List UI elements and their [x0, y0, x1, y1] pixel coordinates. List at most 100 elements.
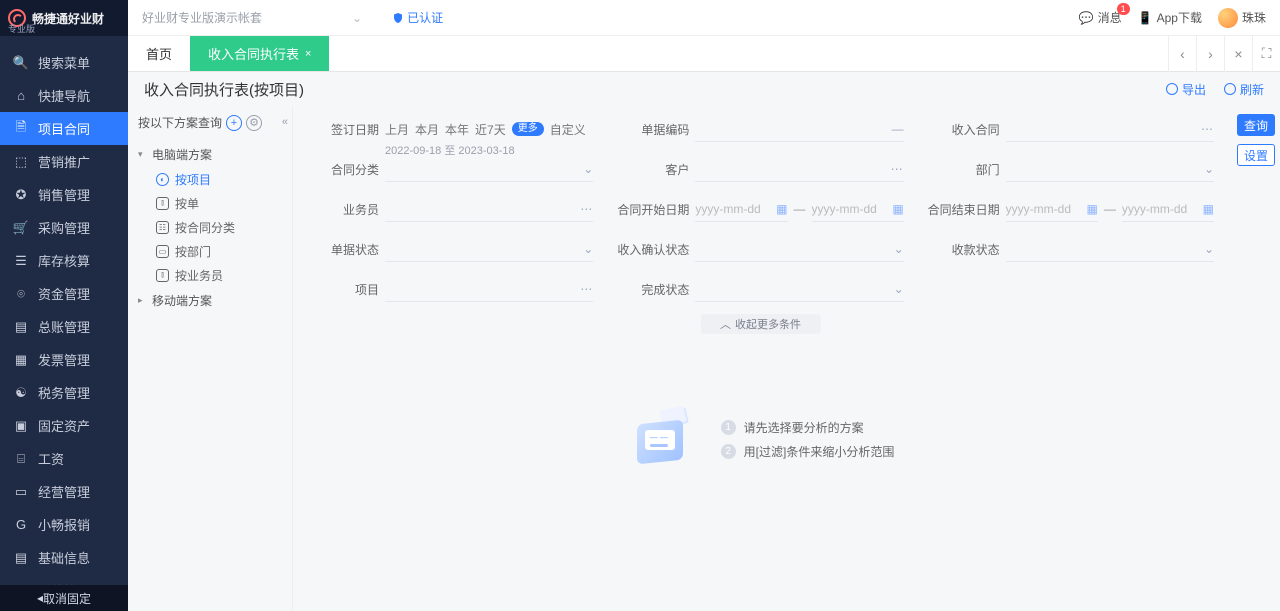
nav-label: 销售管理	[38, 185, 90, 204]
calendar-icon[interactable]: ▦	[1086, 202, 1097, 216]
sidebar-item-1[interactable]: ⌂快捷导航	[0, 79, 128, 112]
nav-icon: ▤	[14, 551, 28, 565]
category-select[interactable]: ⌄	[385, 156, 593, 182]
nav-icon: 🛒	[14, 221, 28, 235]
sidebar-item-4[interactable]: ✪ 销售管理	[0, 178, 128, 211]
tab-close-icon[interactable]: ×	[305, 48, 311, 60]
end-date-from[interactable]: yyyy-mm-dd▦	[1006, 196, 1098, 222]
app-download-link[interactable]: 📱 App下载	[1138, 9, 1202, 26]
income-contract-picker[interactable]: ⋯	[1006, 116, 1214, 142]
chevron-down-icon[interactable]: ⌄	[352, 11, 362, 25]
shield-icon	[392, 12, 404, 24]
sidebar-item-11[interactable]: ▣固定资产	[0, 409, 128, 442]
sidebar-item-8[interactable]: ▤总账管理	[0, 310, 128, 343]
date-preset-1[interactable]: 本月	[415, 121, 439, 138]
sidebar-item-6[interactable]: ☰库存核算	[0, 244, 128, 277]
scheme-group-1[interactable]: ▸移动端方案	[138, 287, 286, 313]
query-button[interactable]: 查询	[1237, 114, 1275, 136]
scheme-leaf-0-1[interactable]: ⫾按单	[156, 191, 286, 215]
nav-label: 快捷导航	[38, 86, 90, 105]
scheme-collapse[interactable]: «	[282, 116, 288, 128]
avatar-icon	[1218, 8, 1238, 28]
sign-date-presets: 上月本月本年近7天更多自定义	[385, 121, 586, 138]
code-input[interactable]: —	[695, 116, 903, 142]
caret-icon: ▾	[138, 149, 148, 160]
scheme-leaf-0-3[interactable]: ▭按部门	[156, 239, 286, 263]
sign-date-label: 签订日期	[307, 121, 379, 138]
export-action[interactable]: 导出	[1166, 81, 1206, 98]
sidebar-item-12[interactable]: ⌸ 工资	[0, 442, 128, 475]
customer-picker[interactable]: ⋯	[695, 156, 903, 182]
scheme-settings-button[interactable]: ⚙	[246, 115, 262, 131]
empty-illustration-icon	[627, 404, 697, 474]
tabs-prev[interactable]: ‹	[1168, 36, 1196, 72]
workspace-selector[interactable]: 好业财专业版演示帐套	[142, 9, 262, 26]
settings-button[interactable]: 设置	[1237, 144, 1275, 166]
scheme-leaf-0-0[interactable]: ◐按项目	[156, 167, 286, 191]
nav-label: 工资	[38, 449, 64, 468]
end-date-to[interactable]: yyyy-mm-dd▦	[1122, 196, 1214, 222]
unpin-label: 取消固定	[43, 590, 91, 607]
sidebar-item-14[interactable]: G小畅报销	[0, 508, 128, 541]
placeholder: yyyy-mm-dd	[1122, 202, 1203, 216]
sidebar-item-10[interactable]: ☯税务管理	[0, 376, 128, 409]
income-status-select[interactable]: ⌄	[695, 236, 903, 262]
nav-icon: ✪	[14, 188, 28, 202]
calendar-icon[interactable]: ▦	[776, 202, 787, 216]
scheme-leaf-0-4[interactable]: ⫾按业务员	[156, 263, 286, 287]
dept-select[interactable]: ⌄	[1006, 156, 1214, 182]
end-date-label: 合同结束日期	[928, 201, 1000, 218]
collapse-filters[interactable]: ︿ 收起更多条件	[701, 314, 821, 334]
finish-status-select[interactable]: ⌄	[695, 276, 903, 302]
sidebar-item-5[interactable]: 🛒采购管理	[0, 211, 128, 244]
date-preset-2[interactable]: 本年	[445, 121, 469, 138]
tabs-next[interactable]: ›	[1196, 36, 1224, 72]
date-preset-0[interactable]: 上月	[385, 121, 409, 138]
project-picker[interactable]: ⋯	[385, 276, 593, 302]
receipt-status-select[interactable]: ⌄	[1006, 236, 1214, 262]
nav-icon: ⌸	[14, 452, 28, 466]
date-preset-custom[interactable]: 自定义	[550, 121, 586, 138]
tab-label: 收入合同执行表	[208, 44, 299, 63]
export-icon	[1166, 83, 1178, 95]
chevron-up-icon: ︿	[720, 316, 731, 332]
user-menu[interactable]: 珠珠	[1218, 8, 1266, 28]
sidebar-item-15[interactable]: ▤基础信息	[0, 541, 128, 574]
sidebar-item-13[interactable]: ▭经营管理	[0, 475, 128, 508]
start-date-from[interactable]: yyyy-mm-dd▦	[695, 196, 787, 222]
sidebar-item-2[interactable]: 🗎项目合同	[0, 112, 128, 145]
unpin-sidebar[interactable]: ◂ 取消固定	[0, 585, 128, 611]
sidebar-item-0[interactable]: 🔍搜索菜单	[0, 46, 128, 79]
scheme-leaf-0-2[interactable]: ☷按合同分类	[156, 215, 286, 239]
nav-icon: G	[14, 518, 28, 532]
date-preset-3[interactable]: 近7天	[475, 121, 506, 138]
salesman-picker[interactable]: ⋯	[385, 196, 593, 222]
calendar-icon[interactable]: ▦	[892, 202, 903, 216]
sidebar-item-3[interactable]: ⬚营销推广	[0, 145, 128, 178]
placeholder: yyyy-mm-dd	[1006, 202, 1087, 216]
verified-badge: 已认证	[392, 9, 443, 26]
scheme-add-button[interactable]: +	[226, 115, 242, 131]
tabs-fullscreen[interactable]: ⛶	[1252, 36, 1280, 72]
tabs-close-all[interactable]: ×	[1224, 36, 1252, 72]
nav-label: 固定资产	[38, 416, 90, 435]
app-label: App下载	[1157, 9, 1202, 26]
income-contract-label: 收入合同	[928, 121, 1000, 138]
sidebar-item-9[interactable]: ▦发票管理	[0, 343, 128, 376]
tab-income-contract[interactable]: 收入合同执行表 ×	[190, 36, 329, 71]
step-2-badge: 2	[721, 444, 736, 459]
nav-label: 税务管理	[38, 383, 90, 402]
refresh-label: 刷新	[1240, 81, 1264, 98]
leaf-icon: ◐	[156, 173, 169, 186]
leaf-icon: ⫾	[156, 197, 169, 210]
start-date-to[interactable]: yyyy-mm-dd▦	[812, 196, 904, 222]
scheme-group-0[interactable]: ▾电脑端方案	[138, 141, 286, 167]
messages-link[interactable]: 💬 消息 1	[1079, 9, 1122, 26]
tab-home[interactable]: 首页	[128, 36, 190, 71]
refresh-action[interactable]: 刷新	[1224, 81, 1264, 98]
calendar-icon[interactable]: ▦	[1203, 202, 1214, 216]
doc-status-select[interactable]: ⌄	[385, 236, 593, 262]
sidebar-item-7[interactable]: ⌾资金管理	[0, 277, 128, 310]
date-preset-more[interactable]: 更多	[512, 122, 544, 136]
group-label: 移动端方案	[152, 292, 212, 309]
